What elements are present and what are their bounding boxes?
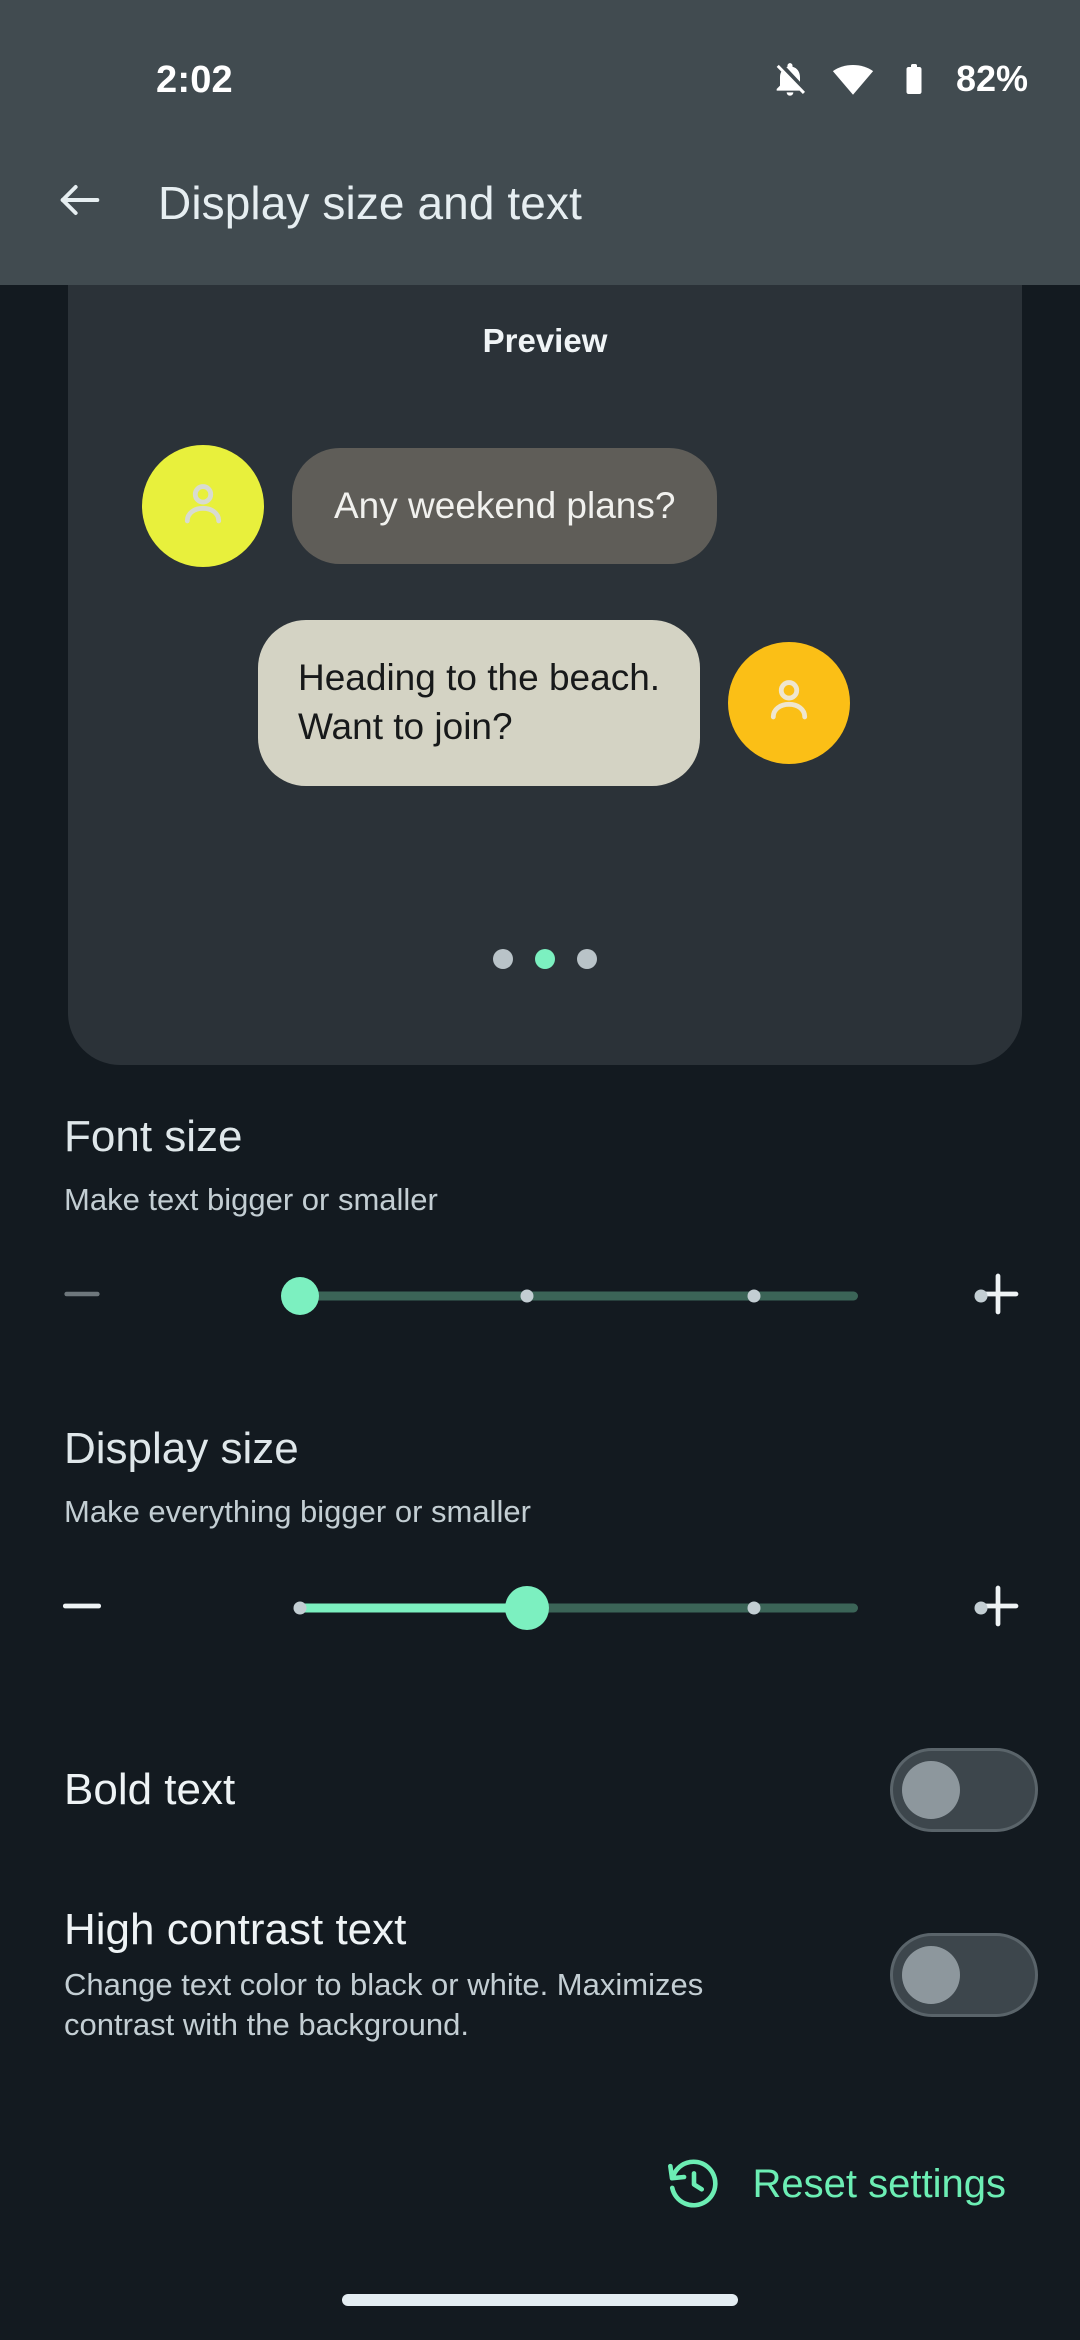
reset-settings-button[interactable]: Reset settings — [0, 2155, 1080, 2213]
high-contrast-text-title: High contrast text — [64, 1904, 407, 1954]
preview-label: Preview — [482, 322, 608, 359]
battery-icon — [896, 61, 932, 97]
back-button[interactable] — [30, 153, 130, 253]
high-contrast-text-row[interactable]: High contrast text Change text color to … — [0, 1885, 1080, 2065]
reset-settings-label: Reset settings — [752, 2161, 1006, 2206]
chat-bubble-text: Any weekend plans? — [334, 484, 676, 526]
avatar — [728, 641, 851, 764]
slider-tick — [747, 1601, 761, 1615]
display-size-increase-button[interactable] — [950, 1560, 1046, 1656]
slider-tick — [974, 1289, 988, 1303]
font-size-decrease-button[interactable] — [34, 1248, 130, 1344]
minus-icon — [59, 1271, 105, 1322]
high-contrast-text-toggle[interactable] — [890, 1933, 1038, 2017]
high-contrast-text-subtitle: Change text color to black or white. Max… — [64, 1966, 704, 2042]
status-clock: 2:02 — [156, 59, 233, 101]
page-dot-active[interactable] — [535, 949, 555, 969]
display-size-and-text-screen: 2:02 82% Display size and text Preview A… — [0, 0, 1080, 2340]
status-bar: 2:02 82% — [0, 0, 1080, 120]
back-arrow-icon — [54, 174, 106, 231]
bold-text-toggle[interactable] — [890, 1748, 1038, 1832]
toggle-knob — [902, 1761, 960, 1819]
page-dot[interactable] — [577, 949, 597, 969]
bold-text-title: Bold text — [64, 1765, 236, 1814]
bold-text-row[interactable]: Bold text — [0, 1730, 1080, 1850]
bold-text-labels: Bold text — [64, 1765, 764, 1815]
slider-tick — [293, 1601, 307, 1615]
preview-page-indicator[interactable] — [68, 949, 1022, 969]
high-contrast-text-labels: High contrast text Change text color to … — [64, 1905, 764, 2046]
wifi-icon — [832, 58, 874, 100]
chat-bubble: Any weekend plans? — [292, 447, 718, 565]
gesture-nav-pill[interactable] — [342, 2294, 738, 2306]
status-icon-group: 82% — [770, 58, 1028, 100]
slider-tick — [747, 1289, 761, 1303]
font-size-slider-thumb[interactable] — [281, 1277, 319, 1315]
person-icon — [174, 475, 232, 538]
font-size-slider[interactable] — [142, 1248, 988, 1344]
preview-message-outgoing: Heading to the beach. Want to join? — [258, 620, 851, 786]
minus-icon — [57, 1581, 107, 1636]
font-size-title: Font size — [64, 1112, 243, 1161]
page-dot[interactable] — [493, 949, 513, 969]
font-size-subtitle: Make text bigger or smaller — [64, 1182, 438, 1217]
history-restore-icon — [665, 2155, 723, 2213]
slider-tick — [520, 1289, 534, 1303]
slider-tick — [974, 1601, 988, 1615]
font-size-increase-button[interactable] — [950, 1248, 1046, 1344]
display-size-subtitle: Make everything bigger or smaller — [64, 1494, 531, 1529]
page-title: Display size and text — [158, 176, 582, 229]
preview-message-incoming: Any weekend plans? — [142, 445, 718, 567]
avatar — [142, 445, 264, 567]
toggle-knob — [902, 1946, 960, 2004]
top-chrome: 2:02 82% Display size and text — [0, 0, 1080, 285]
display-size-slider-row — [0, 1560, 1080, 1656]
notifications-off-icon — [770, 59, 810, 99]
battery-percent-label: 82% — [955, 58, 1028, 99]
preview-card[interactable]: Preview Any weekend plans? Heading to th… — [68, 285, 1022, 1065]
person-icon — [760, 671, 818, 734]
display-size-title: Display size — [64, 1424, 299, 1473]
display-size-slider-thumb[interactable] — [505, 1586, 549, 1630]
chat-bubble-text: Heading to the beach. Want to join? — [298, 657, 661, 747]
display-size-decrease-button[interactable] — [34, 1560, 130, 1656]
app-bar: Display size and text — [0, 120, 1080, 285]
display-size-slider[interactable] — [142, 1560, 988, 1656]
slider-track-active — [300, 1603, 527, 1613]
slider-track-inactive — [300, 1291, 858, 1301]
chat-bubble: Heading to the beach. Want to join? — [258, 620, 701, 786]
font-size-slider-row — [0, 1248, 1080, 1344]
